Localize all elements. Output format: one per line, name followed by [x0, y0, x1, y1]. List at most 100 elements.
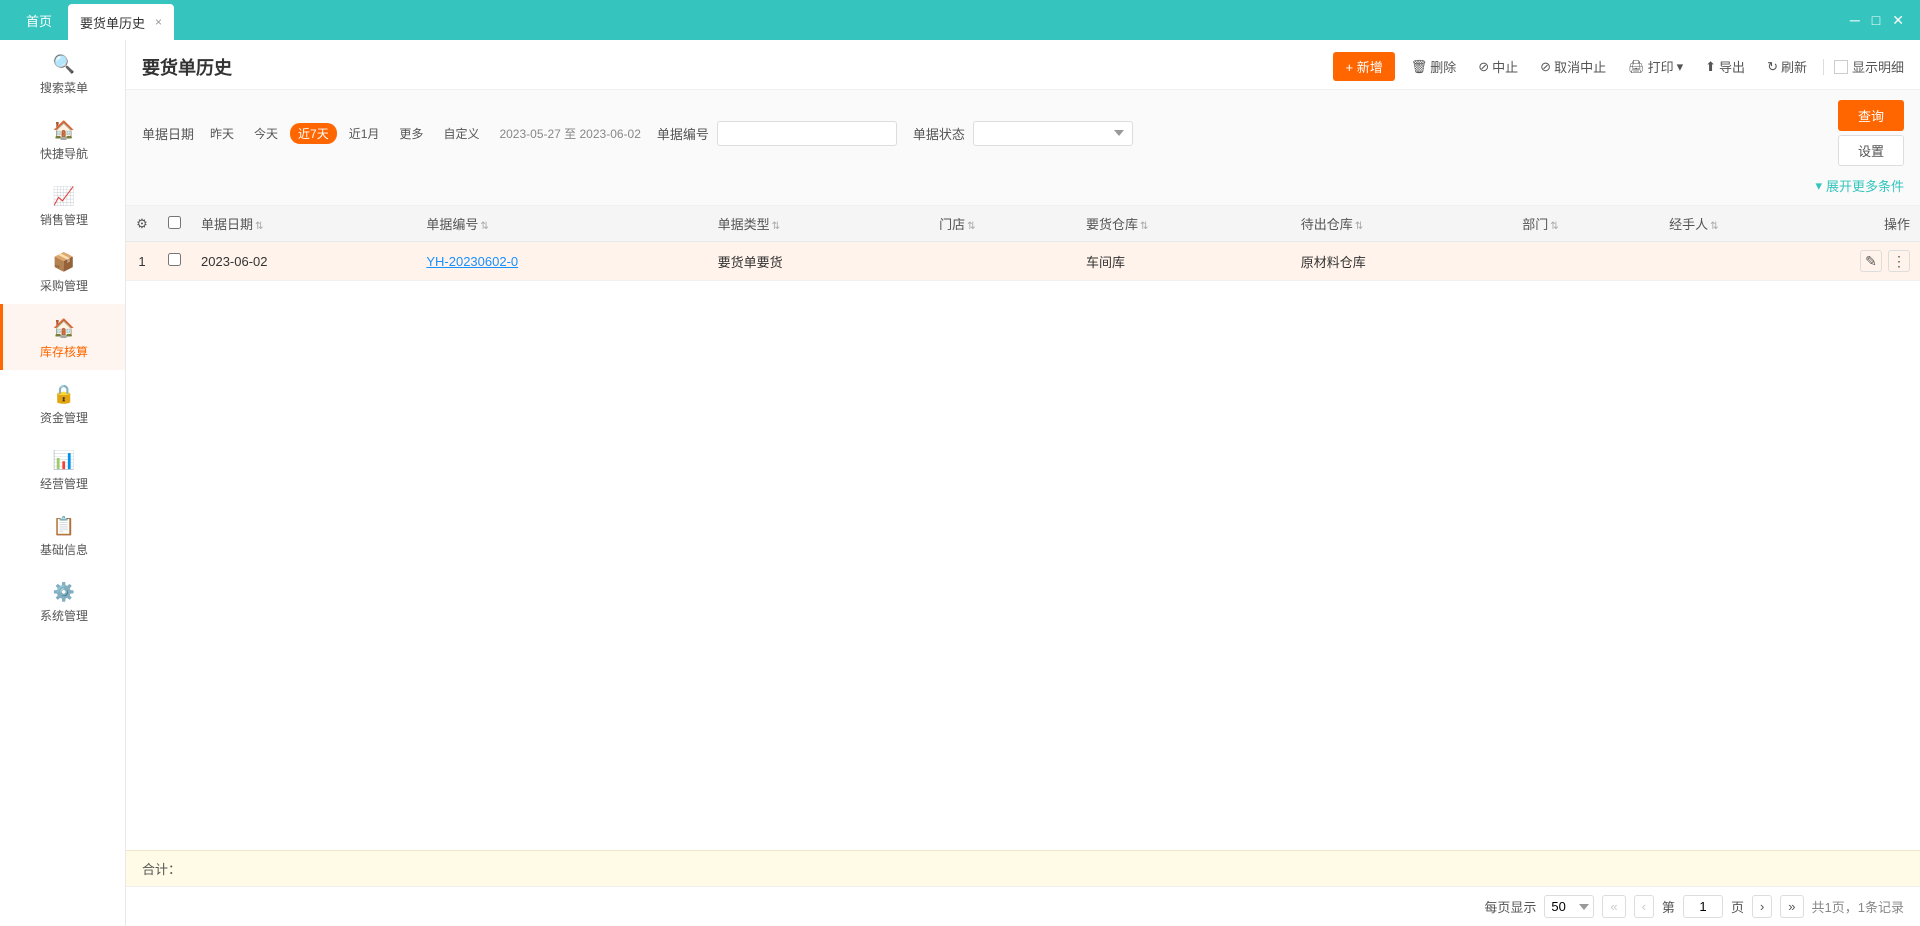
sidebar-item-inventory[interactable]: 🏠 库存核算 [0, 304, 125, 370]
sidebar-label-finance: 资金管理 [40, 409, 88, 426]
tab-close-icon[interactable]: × [155, 15, 162, 29]
per-page-select[interactable]: 50 10 20 100 [1544, 895, 1594, 918]
purchase-icon: 📦 [53, 252, 75, 273]
data-table: ⚙ 单据日期⇅ 单据编号⇅ 单据类型⇅ 门店⇅ 要货仓库⇅ 待出仓库⇅ 部门⇅ … [126, 206, 1920, 281]
row-date: 2023-06-02 [191, 242, 416, 281]
expand-more-btn[interactable]: ▾ 展开更多条件 [1815, 176, 1904, 195]
doc-no-input[interactable] [717, 121, 897, 146]
first-page-button[interactable]: « [1602, 895, 1625, 918]
divider [1823, 59, 1824, 75]
sort-store-icon[interactable]: ⇅ [967, 221, 975, 232]
date-option-7days[interactable]: 近7天 [290, 123, 337, 144]
col-pending-wh: 待出仓库⇅ [1291, 206, 1512, 242]
date-option-custom[interactable]: 自定义 [435, 123, 487, 144]
date-option-1month[interactable]: 近1月 [341, 123, 388, 144]
filter-group-docno: 单据编号 [657, 121, 897, 146]
home-icon: 🏠 [53, 120, 75, 141]
sidebar-item-search[interactable]: 🔍 搜索菜单 [0, 40, 125, 106]
col-settings[interactable]: ⚙ [126, 206, 158, 242]
page-label: 第 [1662, 897, 1675, 916]
sidebar-item-nav[interactable]: 🏠 快捷导航 [0, 106, 125, 172]
page-number-input[interactable] [1683, 895, 1723, 918]
print-dropdown-icon: ▾ [1677, 59, 1684, 75]
doc-no-label: 单据编号 [657, 124, 709, 143]
system-icon: ⚙️ [53, 582, 75, 603]
stop-button[interactable]: ⊘ 中止 [1472, 52, 1524, 81]
row-department [1512, 242, 1659, 281]
sidebar-item-sales[interactable]: 📈 销售管理 [0, 172, 125, 238]
sales-icon: 📈 [53, 186, 75, 207]
date-option-yesterday[interactable]: 昨天 [202, 123, 242, 144]
print-button[interactable]: 🖨 打印 ▾ [1622, 52, 1689, 81]
show-detail-checkbox[interactable] [1834, 60, 1848, 74]
doc-no-link[interactable]: YH-20230602-0 [426, 254, 518, 269]
col-checkbox[interactable] [158, 206, 191, 242]
date-range-display: 2023-05-27 至 2023-06-02 [499, 125, 640, 142]
select-all-checkbox[interactable] [168, 216, 181, 229]
cancel-stop-button[interactable]: ⊘ 取消中止 [1534, 52, 1612, 81]
minimize-icon[interactable]: ─ [1850, 12, 1860, 28]
col-date: 单据日期⇅ [191, 206, 416, 242]
sort-pendingwh-icon[interactable]: ⇅ [1355, 221, 1363, 232]
search-icon: 🔍 [53, 54, 75, 75]
tab-home[interactable]: 首页 [10, 0, 68, 40]
expand-row: ▾ 展开更多条件 [142, 170, 1904, 195]
col-store: 门店⇅ [929, 206, 1076, 242]
tab-active[interactable]: 要货单历史 × [68, 4, 174, 40]
query-button[interactable]: 查询 [1838, 100, 1904, 131]
next-page-button[interactable]: › [1752, 895, 1772, 918]
sidebar-item-finance[interactable]: 🔒 资金管理 [0, 370, 125, 436]
status-select[interactable] [973, 121, 1133, 146]
row-store [929, 242, 1076, 281]
filter-actions: 查询 设置 [1838, 100, 1904, 166]
total-info: 共1页，1条记录 [1812, 897, 1904, 916]
sort-dept-icon[interactable]: ⇅ [1550, 221, 1558, 232]
per-page-label: 每页显示 [1484, 897, 1536, 916]
sidebar-item-system[interactable]: ⚙️ 系统管理 [0, 568, 125, 634]
row-checkbox[interactable] [168, 253, 181, 266]
date-option-more[interactable]: 更多 [391, 123, 431, 144]
table-row: 1 2023-06-02 YH-20230602-0 要货单要货 车间库 原材料… [126, 242, 1920, 281]
row-docno[interactable]: YH-20230602-0 [416, 242, 707, 281]
delete-button[interactable]: 🗑 删除 [1405, 52, 1463, 81]
status-label: 单据状态 [913, 124, 965, 143]
sort-reqwh-icon[interactable]: ⇅ [1140, 221, 1148, 232]
sidebar-item-basic[interactable]: 📋 基础信息 [0, 502, 125, 568]
sort-date-icon[interactable]: ⇅ [255, 221, 263, 232]
sort-docno-icon[interactable]: ⇅ [480, 221, 488, 232]
row-operations: ✎ ⋮ [1840, 242, 1920, 281]
row-checkbox-cell [158, 242, 191, 281]
row-index: 1 [126, 242, 158, 281]
top-bar-right: ─ □ ✕ [1850, 12, 1920, 29]
header-actions: + 新增 🗑 删除 ⊘ 中止 ⊘ 取消中止 🖨 打印 ▾ [1333, 52, 1904, 81]
sidebar-label-nav: 快捷导航 [40, 145, 88, 162]
refresh-button[interactable]: ↻ 刷新 [1761, 52, 1813, 81]
filter-group-date: 单据日期 昨天 今天 近7天 近1月 更多 自定义 2023-05-27 至 2… [142, 123, 641, 144]
export-button[interactable]: ⬆ 导出 [1699, 52, 1751, 81]
sort-doctype-icon[interactable]: ⇅ [772, 221, 780, 232]
col-dept: 部门⇅ [1512, 206, 1659, 242]
basic-icon: 📋 [53, 516, 75, 537]
sidebar-item-purchase[interactable]: 📦 采购管理 [0, 238, 125, 304]
top-bar: 首页 要货单历史 × ─ □ ✕ [0, 0, 1920, 40]
sort-handler-icon[interactable]: ⇅ [1710, 221, 1718, 232]
delete-icon: 🗑 [1411, 59, 1428, 75]
more-icon[interactable]: ⋮ [1888, 250, 1910, 272]
edit-icon[interactable]: ✎ [1860, 250, 1882, 272]
new-button[interactable]: + 新增 [1333, 52, 1394, 81]
last-page-button[interactable]: » [1780, 895, 1803, 918]
table-area: ⚙ 单据日期⇅ 单据编号⇅ 单据类型⇅ 门店⇅ 要货仓库⇅ 待出仓库⇅ 部门⇅ … [126, 206, 1920, 850]
sidebar-item-operation[interactable]: 📊 经营管理 [0, 436, 125, 502]
stop-icon: ⊘ [1478, 59, 1489, 75]
date-option-today[interactable]: 今天 [246, 123, 286, 144]
inventory-icon: 🏠 [53, 318, 75, 339]
prev-page-button[interactable]: ‹ [1634, 895, 1654, 918]
export-icon: ⬆ [1705, 59, 1716, 75]
sidebar-label-operation: 经营管理 [40, 475, 88, 492]
maximize-icon[interactable]: □ [1872, 12, 1880, 28]
sidebar: 🔍 搜索菜单 🏠 快捷导航 📈 销售管理 📦 采购管理 🏠 库存核算 🔒 资金管… [0, 40, 126, 926]
sidebar-label-sales: 销售管理 [40, 211, 88, 228]
close-window-icon[interactable]: ✕ [1892, 12, 1904, 29]
settings-button[interactable]: 设置 [1838, 135, 1904, 166]
col-doctype: 单据类型⇅ [708, 206, 929, 242]
